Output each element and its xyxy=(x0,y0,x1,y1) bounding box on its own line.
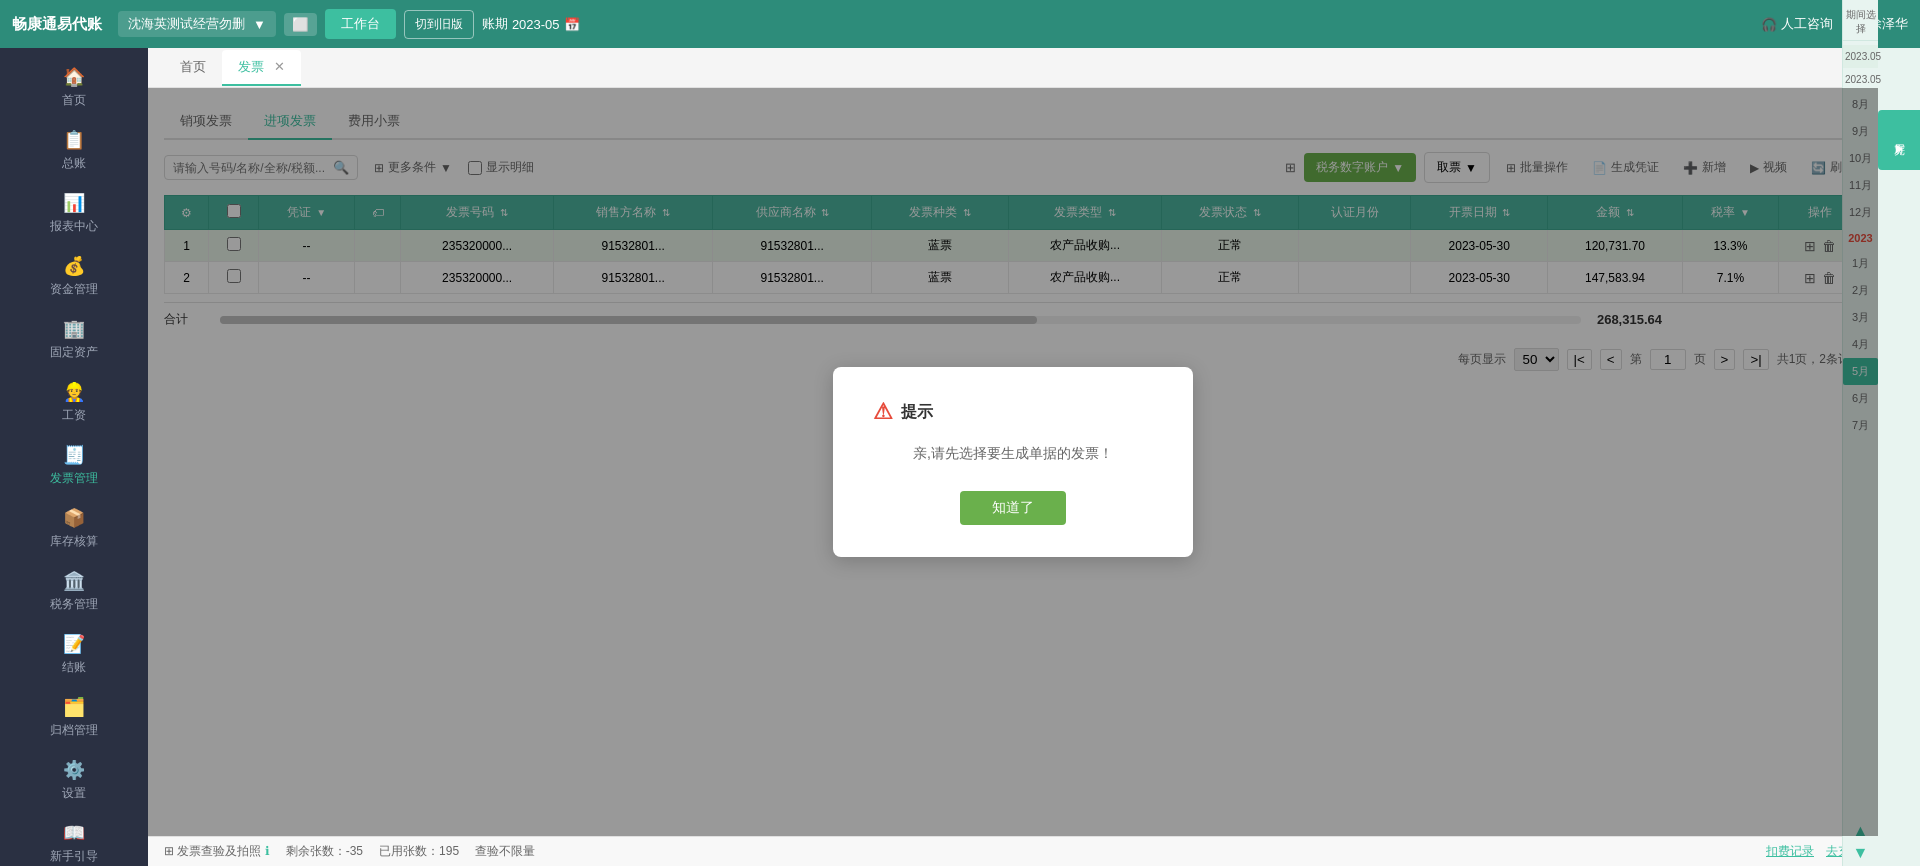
calendar-icon[interactable]: 📅 xyxy=(564,17,580,32)
sidebar-label-reports: 报表中心 xyxy=(50,218,98,235)
tax-icon: 🏛️ xyxy=(63,570,85,592)
sidebar-label-archive: 归档管理 xyxy=(50,722,98,739)
right-panel: 期间选择 2023.05 2023.05 8月 9月 10月 11月 12月 2… xyxy=(1878,48,1920,866)
warning-icon: ⚠ xyxy=(873,399,893,425)
period-label: 账期 xyxy=(482,15,508,33)
sidebar-label-ledger: 总账 xyxy=(62,155,86,172)
sidebar-item-archive[interactable]: 🗂️ 归档管理 xyxy=(0,686,148,749)
sidebar-label-finance: 资金管理 xyxy=(50,281,98,298)
sidebar-item-settings[interactable]: ⚙️ 设置 xyxy=(0,749,148,812)
inventory-icon: 📦 xyxy=(63,507,85,529)
copy-button[interactable]: ⬜ xyxy=(284,13,317,36)
sidebar-label-invoice: 发票管理 xyxy=(50,470,98,487)
sidebar-label-close: 结账 xyxy=(62,659,86,676)
company-name: 沈海英测试经营勿删 xyxy=(128,15,245,33)
close-tab-icon[interactable]: ✕ xyxy=(274,59,285,74)
sidebar-label-inventory: 库存核算 xyxy=(50,533,98,550)
sidebar-label-settings: 设置 xyxy=(62,785,86,802)
app-logo: 畅康通易代账 xyxy=(12,15,102,34)
payroll-icon: 👷 xyxy=(63,381,85,403)
content-area: 首页 发票 ✕ 销项发票 进项发票 费用小票 xyxy=(148,48,1878,866)
switch-version-button[interactable]: 切到旧版 xyxy=(404,10,474,39)
service-button[interactable]: 🎧 人工咨询 xyxy=(1761,15,1833,33)
invoice-icon: 🧾 xyxy=(63,444,85,466)
archive-icon: 🗂️ xyxy=(63,696,85,718)
sidebar-item-inventory[interactable]: 📦 库存核算 xyxy=(0,497,148,560)
sidebar-item-ledger[interactable]: 📋 总账 xyxy=(0,119,148,182)
workspace-button[interactable]: 工作台 xyxy=(325,9,396,39)
sidebar-item-assets[interactable]: 🏢 固定资产 xyxy=(0,308,148,371)
reports-icon: 📊 xyxy=(63,192,85,214)
period-value: 2023-05 xyxy=(512,17,560,32)
sidebar-item-invoice[interactable]: 🧾 发票管理 xyxy=(0,434,148,497)
sidebar-item-finance[interactable]: 💰 资金管理 xyxy=(0,245,148,308)
ledger-icon: 📋 xyxy=(63,129,85,151)
remaining-label: 剩余张数：-35 xyxy=(286,843,363,860)
sidebar-label-payroll: 工资 xyxy=(62,407,86,424)
sidebar-item-reports[interactable]: 📊 报表中心 xyxy=(0,182,148,245)
sidebar-item-tax[interactable]: 🏛️ 税务管理 xyxy=(0,560,148,623)
top-bar: 畅康通易代账 沈海英测试经营勿删 ▼ ⬜ 工作台 切到旧版 账期 2023-05… xyxy=(0,0,1920,48)
toggle-label: 宽屏▶ xyxy=(1892,135,1907,146)
modal-confirm-button[interactable]: 知道了 xyxy=(960,491,1066,525)
check-label: ⊞ 发票查验及拍照 ℹ xyxy=(164,843,270,860)
sidebar-item-guide[interactable]: 📖 新手引导 xyxy=(0,812,148,866)
expand-down-button[interactable]: ▼ xyxy=(1853,844,1869,862)
modal-box: ⚠ 提示 亲,请先选择要生成单据的发票！ 知道了 xyxy=(833,367,1193,557)
sidebar-label-home: 首页 xyxy=(62,92,86,109)
sidebar-label-guide: 新手引导 xyxy=(50,848,98,865)
settings-icon: ⚙️ xyxy=(63,759,85,781)
modal-overlay: ⚠ 提示 亲,请先选择要生成单据的发票！ 知道了 xyxy=(148,88,1878,836)
tab-invoice[interactable]: 发票 ✕ xyxy=(222,50,301,86)
sidebar-item-payroll[interactable]: 👷 工资 xyxy=(0,371,148,434)
headset-icon: 🎧 xyxy=(1761,17,1777,32)
sidebar-label-tax: 税务管理 xyxy=(50,596,98,613)
used-label: 已用张数：195 xyxy=(379,843,459,860)
page-content: 销项发票 进项发票 费用小票 🔍 ⊞ xyxy=(148,88,1878,836)
sidebar-label-assets: 固定资产 xyxy=(50,344,98,361)
close-books-icon: 📝 xyxy=(63,633,85,655)
query-label: 查验不限量 xyxy=(475,843,535,860)
tab-home[interactable]: 首页 xyxy=(164,50,222,86)
tab-bar: 首页 发票 ✕ xyxy=(148,48,1878,88)
assets-icon: 🏢 xyxy=(63,318,85,340)
sidebar: 🏠 首页 📋 总账 📊 报表中心 💰 资金管理 🏢 固定资产 👷 工资 xyxy=(0,48,148,866)
home-icon: 🏠 xyxy=(63,66,85,88)
info-icon[interactable]: ℹ xyxy=(265,844,270,858)
chevron-down-icon: ▼ xyxy=(253,17,266,32)
modal-title: ⚠ 提示 xyxy=(873,399,1153,425)
finance-icon: 💰 xyxy=(63,255,85,277)
wide-screen-toggle[interactable]: 宽屏▶ xyxy=(1878,110,1920,170)
top-right-actions: 🎧 人工咨询 👤 徐泽华 xyxy=(1761,15,1908,33)
company-selector[interactable]: 沈海英测试经营勿删 ▼ xyxy=(118,11,276,37)
guide-icon: 📖 xyxy=(63,822,85,844)
modal-message: 亲,请先选择要生成单据的发票！ xyxy=(873,445,1153,463)
period-item-2023-05-1[interactable]: 2023.05 xyxy=(1843,48,1878,68)
bottom-bar: ⊞ 发票查验及拍照 ℹ 剩余张数：-35 已用张数：195 查验不限量 扣费记录… xyxy=(148,836,1878,866)
sidebar-item-home[interactable]: 🏠 首页 xyxy=(0,56,148,119)
check-icon: ⊞ xyxy=(164,844,174,858)
sidebar-item-close[interactable]: 📝 结账 xyxy=(0,623,148,686)
bind-record-link[interactable]: 扣费记录 xyxy=(1766,843,1814,860)
